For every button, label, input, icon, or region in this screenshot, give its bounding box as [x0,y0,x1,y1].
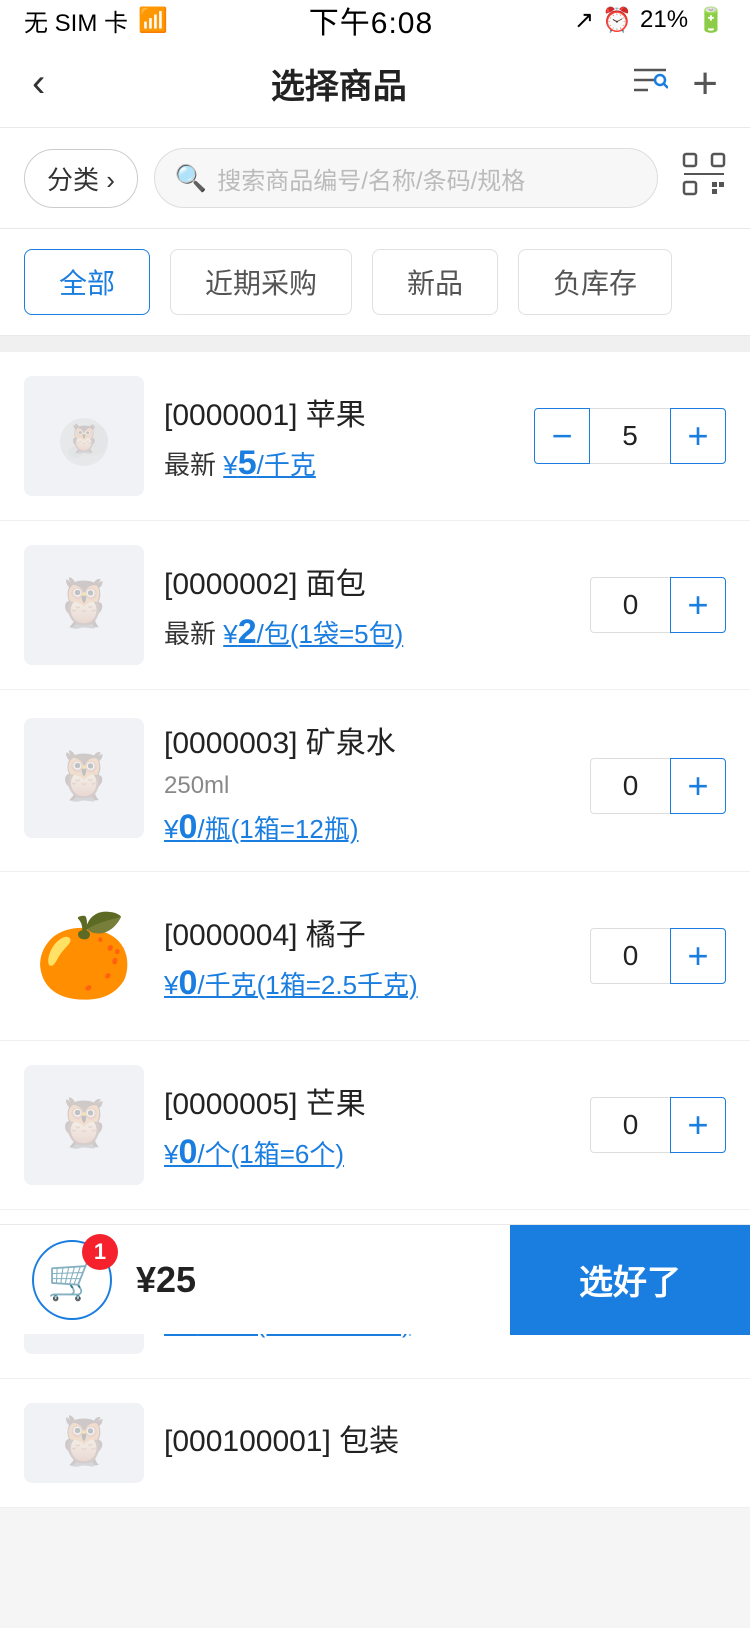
product-item: 🦉 [0000003] 矿泉水 250ml ¥0/瓶(1箱=12瓶) + [0,690,750,872]
price-prefix: 最新 [164,450,223,480]
qty-plus-only: + [590,758,726,814]
carrier-text: 无 SIM 卡 [24,3,128,38]
tab-recent[interactable]: 近期采购 [170,249,352,315]
search-input[interactable]: 搜索商品编号/名称/条码/规格 [217,161,637,196]
product-item: 🍊 [0000004] 橘子 ¥0/千克(1箱=2.5千克) + [0,872,750,1041]
price-currency: ¥0/千克(1箱=2.5千克) [164,970,418,1000]
product-item: 🦉 [0000002] 面包 最新 ¥2/包(1袋=5包) + [0,521,750,690]
product-image-partial: 🦉 [24,1403,144,1483]
product-qty-0000004: + [590,928,726,984]
confirm-button[interactable]: 选好了 [510,1225,750,1335]
product-info-0000004: [0000004] 橘子 ¥0/千克(1箱=2.5千克) [144,910,590,1003]
product-price: ¥0/千克(1箱=2.5千克) [164,964,570,1003]
product-price: 最新 ¥2/包(1袋=5包) [164,613,570,652]
product-image-0000003: 🦉 [24,718,144,838]
product-price: ¥0/瓶(1箱=12瓶) [164,808,570,847]
product-name: [0000005] 芒果 [164,1079,570,1123]
qty-plus-only: + [590,577,726,633]
svg-text:🦉: 🦉 [54,750,114,803]
orange-image: 🍊 [34,916,134,996]
cart-total: ¥25 [136,1259,196,1301]
tab-new[interactable]: 新品 [372,249,498,315]
battery-icon: 🔋 [696,6,726,35]
product-image-0000002: 🦉 [24,545,144,665]
status-left: 无 SIM 卡 📶 [24,3,168,38]
price-currency: ¥0/个(1箱=6个) [164,1139,344,1169]
status-time: 下午6:08 [309,0,433,42]
filter-button[interactable] [632,63,668,105]
divider [0,336,750,352]
status-right: ↗ ⏰ 21% 🔋 [574,6,726,35]
product-image-0000001: 🦉 [24,376,144,496]
product-name: [0000002] 面包 [164,559,570,603]
add-button[interactable]: + [692,59,718,109]
search-icon: 🔍 [175,163,207,194]
product-list: 🦉 [0000001] 苹果 最新 ¥5/千克 − + 🦉 [0000002] … [0,352,750,1508]
price-currency: ¥2/包(1袋=5包) [223,619,403,649]
product-qty-0000003: + [590,758,726,814]
price-currency: ¥5/千克 [223,450,316,480]
svg-text:🦉: 🦉 [54,577,114,630]
status-bar: 无 SIM 卡 📶 下午6:08 ↗ ⏰ 21% 🔋 [0,0,750,40]
qty-plus-only: + [590,928,726,984]
nav-bar: ‹ 选择商品 + [0,40,750,128]
price-prefix: 最新 [164,619,223,649]
qty-input[interactable] [590,1097,670,1153]
product-info-0000001: [0000001] 苹果 最新 ¥5/千克 [144,390,534,483]
product-name: [0000003] 矿泉水 [164,718,570,762]
search-bar[interactable]: 🔍 搜索商品编号/名称/条码/规格 [154,148,658,208]
product-price: ¥0/个(1箱=6个) [164,1133,570,1172]
qty-input[interactable] [590,408,670,464]
product-info-0000005: [0000005] 芒果 ¥0/个(1箱=6个) [144,1079,590,1172]
product-qty-0000001: − + [534,408,726,464]
svg-text:🦉: 🦉 [54,1097,114,1150]
qty-decrement-button[interactable]: − [534,408,590,464]
svg-text:🦉: 🦉 [67,423,102,455]
qty-input[interactable] [590,928,670,984]
product-name: [0000004] 橘子 [164,910,570,954]
category-button[interactable]: 分类 › [24,149,138,208]
cart-area: 🛒 1 ¥25 [0,1240,510,1320]
product-item: 🦉 [0000001] 苹果 最新 ¥5/千克 − + [0,352,750,521]
scan-button[interactable] [682,152,726,204]
location-icon: ↗ [574,6,594,35]
qty-input[interactable] [590,577,670,633]
product-info-0000002: [0000002] 面包 最新 ¥2/包(1袋=5包) [144,559,590,652]
product-qty-0000005: + [590,1097,726,1153]
qty-input[interactable] [590,758,670,814]
cart-icon-wrap[interactable]: 🛒 1 [32,1240,112,1320]
product-info-partial: [000100001] 包装 [144,1416,726,1470]
product-spec: 250ml [164,772,570,800]
tab-negative[interactable]: 负库存 [518,249,672,315]
wifi-icon: 📶 [138,6,168,35]
battery-text: 21% [640,6,688,34]
cart-badge: 1 [82,1234,118,1270]
alarm-icon: ⏰ [602,6,632,35]
product-name: [0000001] 苹果 [164,390,514,434]
qty-increment-button[interactable]: + [670,408,726,464]
back-button[interactable]: ‹ [32,61,45,106]
product-image-0000004: 🍊 [24,896,144,1016]
product-info-0000003: [0000003] 矿泉水 250ml ¥0/瓶(1箱=12瓶) [144,718,590,847]
qty-plus-only: + [590,1097,726,1153]
product-item: 🦉 [0000005] 芒果 ¥0/个(1箱=6个) + [0,1041,750,1210]
product-image-0000005: 🦉 [24,1065,144,1185]
bottom-bar: 🛒 1 ¥25 选好了 [0,1224,750,1334]
qty-increment-button[interactable]: + [670,928,726,984]
nav-actions: + [632,59,718,109]
price-currency: ¥0/瓶(1箱=12瓶) [164,814,359,844]
product-qty-0000002: + [590,577,726,633]
qty-increment-button[interactable]: + [670,758,726,814]
qty-increment-button[interactable]: + [670,1097,726,1153]
page-title: 选择商品 [271,59,407,108]
svg-text:🦉: 🦉 [54,1415,114,1468]
qty-increment-button[interactable]: + [670,577,726,633]
tabs: 全部 近期采购 新品 负库存 [0,229,750,336]
product-item-partial: 🦉 [000100001] 包装 [0,1379,750,1508]
tab-all[interactable]: 全部 [24,249,150,315]
product-name: [000100001] 包装 [164,1416,706,1460]
product-price: 最新 ¥5/千克 [164,444,514,483]
filter-row: 分类 › 🔍 搜索商品编号/名称/条码/规格 [0,128,750,229]
